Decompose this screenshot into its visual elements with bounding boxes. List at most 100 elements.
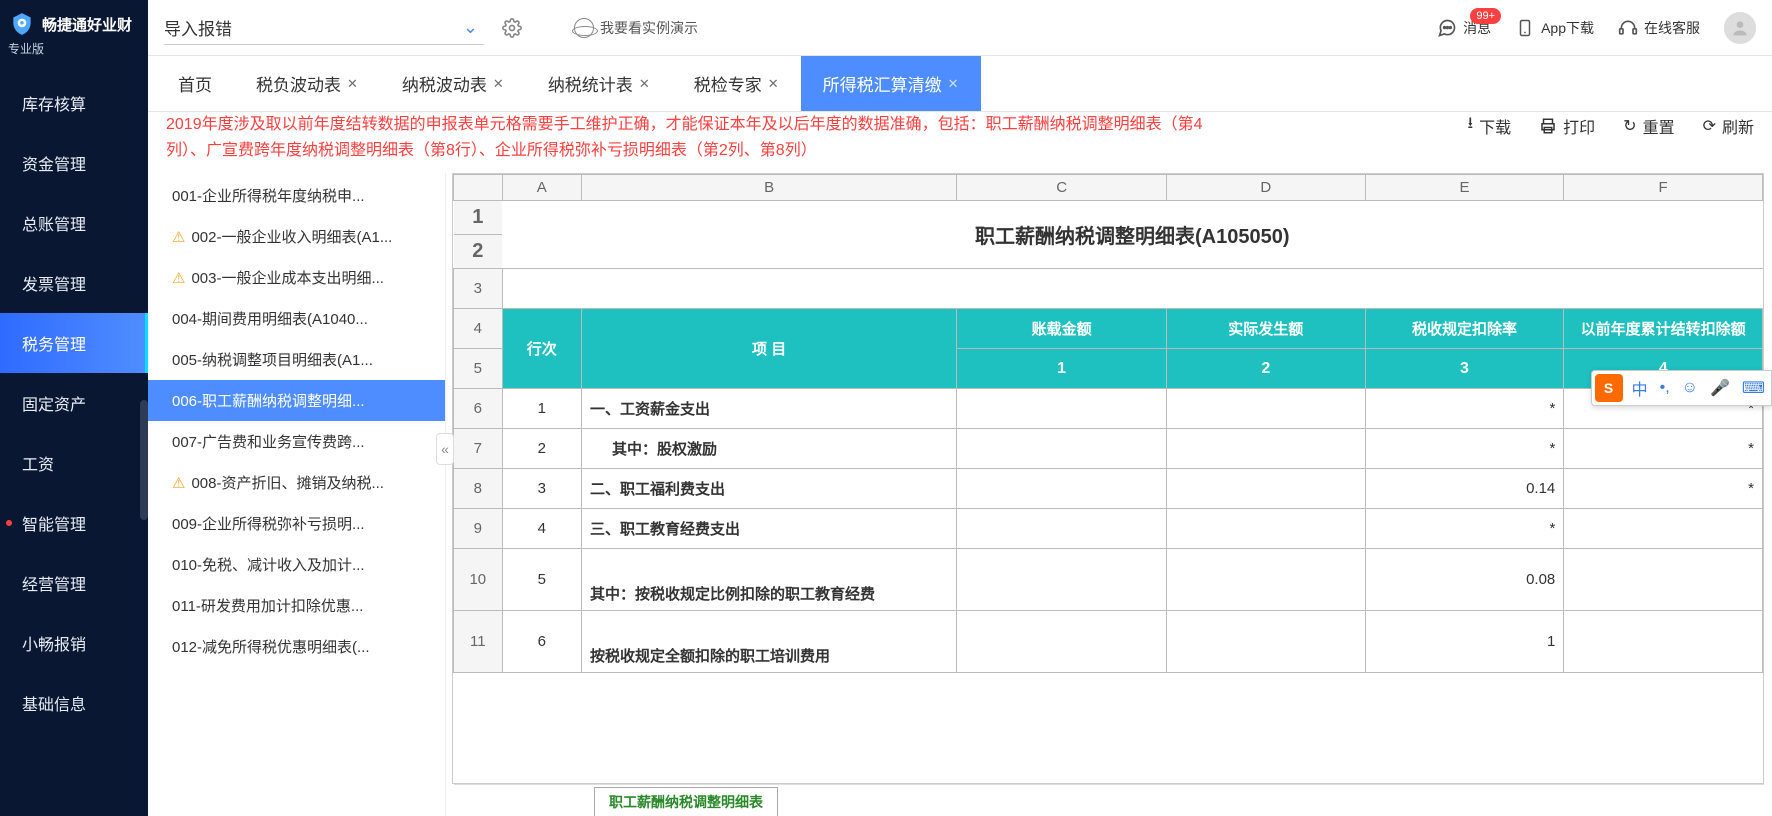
select-all-corner[interactable]	[454, 175, 503, 201]
customer-service-link[interactable]: 在线客服	[1618, 18, 1700, 38]
ime-keyboard-icon[interactable]: ⌨	[1736, 374, 1771, 402]
form-list-item[interactable]: 004-期间费用明细表(A1040...	[148, 298, 445, 339]
cell[interactable]: 0.14	[1365, 469, 1564, 509]
sidebar-item[interactable]: 小畅报销	[0, 613, 148, 673]
cell[interactable]	[957, 611, 1167, 673]
sidebar-item[interactable]: 库存核算	[0, 73, 148, 133]
refresh-button[interactable]: ⟳刷新	[1703, 114, 1754, 138]
row-header[interactable]: 11	[454, 611, 503, 673]
sidebar-item[interactable]: 经营管理	[0, 553, 148, 613]
form-list-item[interactable]: 001-企业所得税年度纳税申...	[148, 175, 445, 216]
cell-item[interactable]: 一、工资薪金支出	[582, 389, 957, 429]
close-icon[interactable]: ✕	[768, 76, 779, 92]
cell[interactable]	[1166, 509, 1365, 549]
ime-emoji-icon[interactable]: ☺	[1676, 375, 1704, 401]
cell-rownum[interactable]: 1	[502, 389, 581, 429]
import-select[interactable]: 导入报错 ⌄	[164, 11, 484, 45]
sidebar-item[interactable]: 智能管理	[0, 493, 148, 553]
sidebar-item[interactable]: 基础信息	[0, 673, 148, 733]
cell-rownum[interactable]: 6	[502, 611, 581, 673]
form-list-item[interactable]: 007-广告费和业务宣传费跨...	[148, 421, 445, 462]
ime-mic-icon[interactable]: 🎤	[1704, 374, 1736, 402]
print-button[interactable]: 打印	[1539, 114, 1595, 138]
gear-icon[interactable]	[502, 18, 522, 38]
ime-punct-icon[interactable]: •,	[1654, 375, 1676, 401]
sheet-tab[interactable]: 职工薪酬纳税调整明细表	[594, 787, 778, 816]
close-icon[interactable]: ✕	[347, 76, 358, 92]
sidebar-item[interactable]: 发票管理	[0, 253, 148, 313]
grid-area[interactable]: A B C D E F 1职工薪酬纳税调整明细表(A105050) 2 3	[452, 173, 1764, 784]
cell[interactable]	[1564, 611, 1763, 673]
form-list-item[interactable]: 006-职工薪酬纳税调整明细...	[148, 380, 445, 421]
sidebar-item[interactable]: 资金管理	[0, 133, 148, 193]
col-header[interactable]: F	[1564, 175, 1763, 201]
form-list-item[interactable]: ⚠003-一般企业成本支出明细...	[148, 257, 445, 298]
sidebar-scrollbar[interactable]	[140, 0, 148, 816]
form-list-item[interactable]: 005-纳税调整项目明细表(A1...	[148, 339, 445, 380]
form-list-item[interactable]: ⚠002-一般企业收入明细表(A1...	[148, 216, 445, 257]
row-header[interactable]: 9	[454, 509, 503, 549]
row-header[interactable]: 1	[454, 201, 503, 235]
form-list-item[interactable]: ⚠008-资产折旧、摊销及纳税...	[148, 462, 445, 503]
cell[interactable]	[957, 429, 1167, 469]
row-header[interactable]: 7	[454, 429, 503, 469]
form-list-item[interactable]: 012-减免所得税优惠明细表(...	[148, 626, 445, 667]
cell-rownum[interactable]: 4	[502, 509, 581, 549]
close-icon[interactable]: ✕	[948, 76, 959, 92]
cell-item[interactable]: 按税收规定全额扣除的职工培训费用	[582, 611, 957, 673]
form-list-item[interactable]: 009-企业所得税弥补亏损明...	[148, 503, 445, 544]
cell[interactable]	[957, 549, 1167, 611]
cell-rownum[interactable]: 3	[502, 469, 581, 509]
page-tab[interactable]: 纳税统计表✕	[526, 56, 672, 111]
close-icon[interactable]: ✕	[493, 76, 504, 92]
row-header[interactable]: 4	[454, 309, 503, 349]
sidebar-item[interactable]: 总账管理	[0, 193, 148, 253]
cell-rownum[interactable]: 2	[502, 429, 581, 469]
col-header[interactable]: C	[957, 175, 1167, 201]
cell-rownum[interactable]: 5	[502, 549, 581, 611]
cell[interactable]	[1564, 509, 1763, 549]
view-demo-link[interactable]: 我要看实例演示	[574, 18, 698, 38]
cell-item[interactable]: 二、职工福利费支出	[582, 469, 957, 509]
close-icon[interactable]: ✕	[639, 76, 650, 92]
collapse-handle[interactable]: «	[436, 433, 454, 465]
avatar[interactable]	[1724, 12, 1756, 44]
cell[interactable]	[1166, 611, 1365, 673]
cell[interactable]: *	[1564, 469, 1763, 509]
chevron-down-icon[interactable]: ⌄	[463, 17, 478, 38]
sidebar-item[interactable]: 工资	[0, 433, 148, 493]
cell[interactable]	[957, 469, 1167, 509]
row-header[interactable]: 3	[454, 269, 503, 309]
reset-button[interactable]: ↻重置	[1623, 114, 1674, 138]
ime-lang[interactable]: 中	[1626, 372, 1654, 404]
row-header[interactable]: 8	[454, 469, 503, 509]
row-header[interactable]: 2	[454, 235, 503, 269]
col-header[interactable]: E	[1365, 175, 1564, 201]
app-download-link[interactable]: App下载	[1515, 18, 1594, 38]
cell[interactable]: *	[1365, 509, 1564, 549]
row-header[interactable]: 6	[454, 389, 503, 429]
messages-link[interactable]: 消息 99+	[1437, 18, 1491, 38]
cell[interactable]: 0.08	[1365, 549, 1564, 611]
cell[interactable]	[1166, 429, 1365, 469]
cell[interactable]: *	[1564, 429, 1763, 469]
cell[interactable]: 1	[1365, 611, 1564, 673]
row-header[interactable]: 10	[454, 549, 503, 611]
cell[interactable]	[1166, 549, 1365, 611]
cell-item[interactable]: 三、职工教育经费支出	[582, 509, 957, 549]
cell[interactable]: *	[1365, 429, 1564, 469]
cell-item[interactable]: 其中：按税收规定比例扣除的职工教育经费	[582, 549, 957, 611]
ime-toolbar[interactable]: S 中 •, ☺ 🎤 ⌨	[1591, 370, 1772, 406]
page-tab[interactable]: 纳税波动表✕	[380, 56, 526, 111]
col-header[interactable]: A	[502, 175, 581, 201]
col-header[interactable]: D	[1166, 175, 1365, 201]
sidebar-item[interactable]: 税务管理	[0, 313, 148, 373]
page-tab[interactable]: 所得税汇算清缴✕	[801, 56, 981, 111]
form-list-item[interactable]: 011-研发费用加计扣除优惠...	[148, 585, 445, 626]
cell[interactable]	[1166, 469, 1365, 509]
sidebar-item[interactable]: 固定资产	[0, 373, 148, 433]
cell[interactable]	[1166, 389, 1365, 429]
download-button[interactable]: ⭳下载	[1468, 112, 1512, 139]
row-header[interactable]: 5	[454, 349, 503, 389]
empty-cell[interactable]	[502, 269, 1762, 309]
